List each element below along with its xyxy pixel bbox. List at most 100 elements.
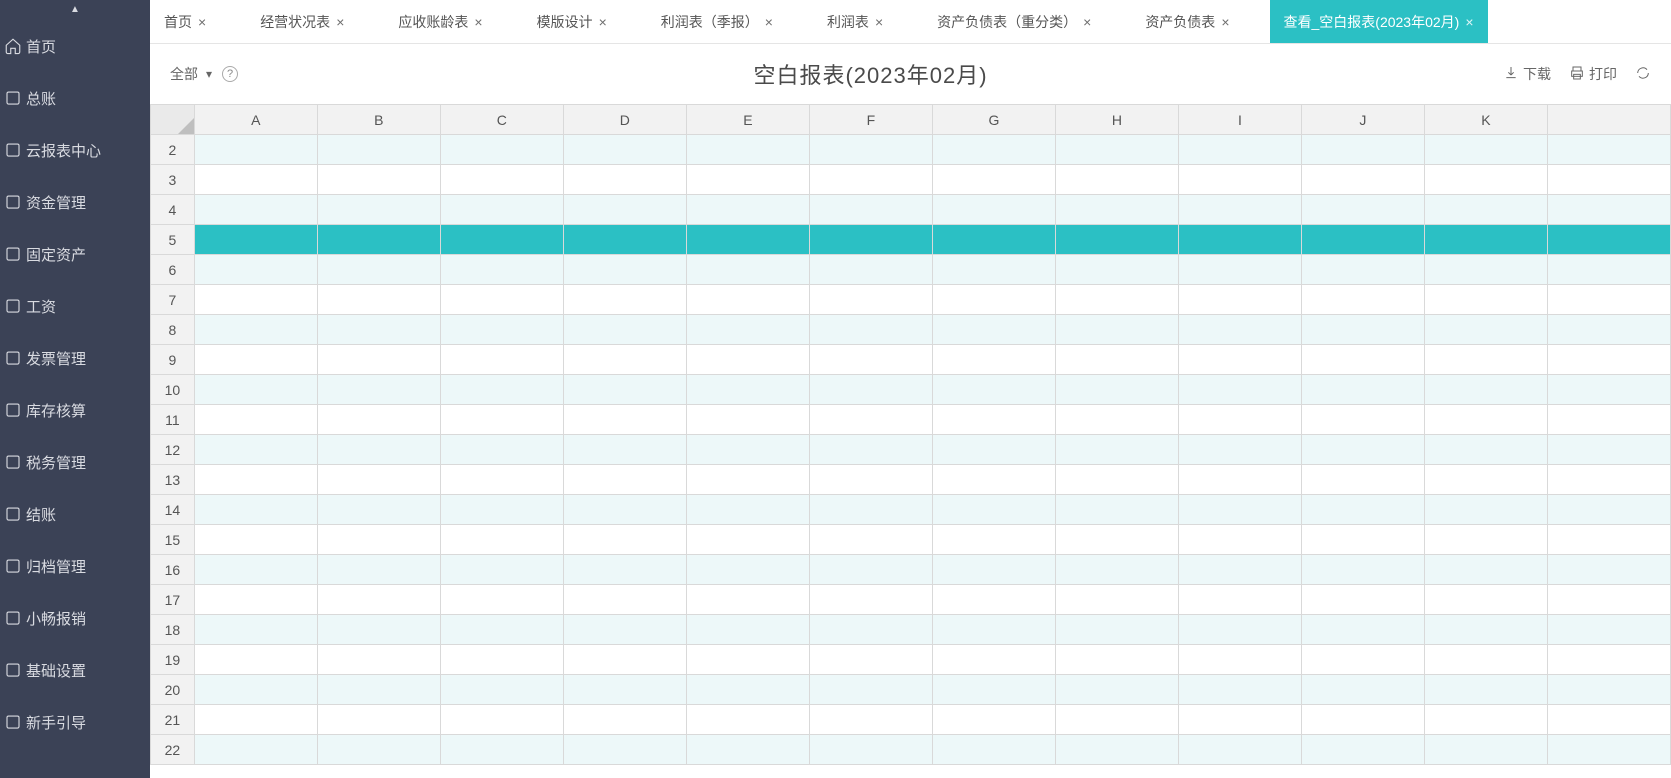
cell[interactable] bbox=[1547, 285, 1670, 315]
cell[interactable] bbox=[317, 285, 440, 315]
cell[interactable] bbox=[1547, 315, 1670, 345]
cell[interactable] bbox=[563, 435, 686, 465]
cell[interactable] bbox=[317, 525, 440, 555]
help-icon[interactable]: ? bbox=[222, 66, 238, 82]
cell[interactable] bbox=[932, 225, 1055, 255]
row-header-7[interactable]: 7 bbox=[151, 285, 195, 315]
cell[interactable] bbox=[1301, 165, 1424, 195]
cell[interactable] bbox=[1301, 135, 1424, 165]
print-button[interactable]: 打印 bbox=[1569, 64, 1617, 84]
cell[interactable] bbox=[317, 135, 440, 165]
cell[interactable] bbox=[194, 735, 317, 765]
cell[interactable] bbox=[194, 315, 317, 345]
cell[interactable] bbox=[1301, 645, 1424, 675]
column-header-A[interactable]: A bbox=[194, 105, 317, 135]
cell[interactable] bbox=[932, 345, 1055, 375]
cell[interactable] bbox=[686, 285, 809, 315]
cell[interactable] bbox=[440, 645, 563, 675]
cell[interactable] bbox=[1424, 375, 1547, 405]
cell[interactable] bbox=[194, 255, 317, 285]
cell[interactable] bbox=[1547, 225, 1670, 255]
refresh-button[interactable] bbox=[1635, 65, 1651, 84]
cell[interactable] bbox=[809, 675, 932, 705]
cell[interactable] bbox=[1547, 405, 1670, 435]
tab-4[interactable]: 利润表（季报）× bbox=[647, 0, 787, 43]
cell[interactable] bbox=[1424, 735, 1547, 765]
row-header-17[interactable]: 17 bbox=[151, 585, 195, 615]
row-header-16[interactable]: 16 bbox=[151, 555, 195, 585]
cell[interactable] bbox=[1301, 405, 1424, 435]
cell[interactable] bbox=[1547, 615, 1670, 645]
cell[interactable] bbox=[194, 405, 317, 435]
cell[interactable] bbox=[809, 285, 932, 315]
cell[interactable] bbox=[440, 225, 563, 255]
cell[interactable] bbox=[563, 165, 686, 195]
cell[interactable] bbox=[317, 225, 440, 255]
cell[interactable] bbox=[1424, 285, 1547, 315]
cell[interactable] bbox=[440, 525, 563, 555]
close-icon[interactable]: × bbox=[198, 14, 206, 30]
sidebar-item-6[interactable]: 发票管理 bbox=[0, 332, 150, 384]
cell[interactable] bbox=[563, 735, 686, 765]
cell[interactable] bbox=[686, 465, 809, 495]
column-header-J[interactable]: J bbox=[1301, 105, 1424, 135]
row-header-3[interactable]: 3 bbox=[151, 165, 195, 195]
tab-1[interactable]: 经营状况表× bbox=[246, 0, 358, 43]
row-header-11[interactable]: 11 bbox=[151, 405, 195, 435]
cell[interactable] bbox=[1178, 585, 1301, 615]
cell[interactable] bbox=[1055, 525, 1178, 555]
cell[interactable] bbox=[686, 345, 809, 375]
tab-7[interactable]: 资产负债表× bbox=[1131, 0, 1243, 43]
column-header-I[interactable]: I bbox=[1178, 105, 1301, 135]
cell[interactable] bbox=[440, 165, 563, 195]
cell[interactable] bbox=[809, 135, 932, 165]
cell[interactable] bbox=[440, 675, 563, 705]
close-icon[interactable]: × bbox=[875, 14, 883, 30]
cell[interactable] bbox=[440, 585, 563, 615]
cell[interactable] bbox=[1424, 405, 1547, 435]
cell[interactable] bbox=[563, 525, 686, 555]
sidebar-item-1[interactable]: 总账 bbox=[0, 72, 150, 124]
cell[interactable] bbox=[1424, 255, 1547, 285]
cell[interactable] bbox=[1178, 285, 1301, 315]
sidebar-item-13[interactable]: 新手引导 bbox=[0, 696, 150, 748]
cell[interactable] bbox=[1424, 705, 1547, 735]
cell[interactable] bbox=[1178, 495, 1301, 525]
row-header-20[interactable]: 20 bbox=[151, 675, 195, 705]
row-header-12[interactable]: 12 bbox=[151, 435, 195, 465]
cell[interactable] bbox=[932, 615, 1055, 645]
cell[interactable] bbox=[1055, 135, 1178, 165]
cell[interactable] bbox=[563, 375, 686, 405]
column-header-K[interactable]: K bbox=[1424, 105, 1547, 135]
filter-dropdown[interactable]: 全部 ▾ bbox=[170, 64, 212, 84]
cell[interactable] bbox=[440, 735, 563, 765]
cell[interactable] bbox=[194, 375, 317, 405]
cell[interactable] bbox=[686, 495, 809, 525]
cell[interactable] bbox=[1301, 525, 1424, 555]
close-icon[interactable]: × bbox=[1083, 14, 1091, 30]
tab-5[interactable]: 利润表× bbox=[813, 0, 897, 43]
cell[interactable] bbox=[1424, 555, 1547, 585]
cell[interactable] bbox=[1055, 375, 1178, 405]
row-header-19[interactable]: 19 bbox=[151, 645, 195, 675]
cell[interactable] bbox=[1055, 675, 1178, 705]
cell[interactable] bbox=[1178, 735, 1301, 765]
cell[interactable] bbox=[809, 525, 932, 555]
cell[interactable] bbox=[809, 465, 932, 495]
cell[interactable] bbox=[1178, 615, 1301, 645]
cell[interactable] bbox=[1547, 375, 1670, 405]
cell[interactable] bbox=[1424, 465, 1547, 495]
cell[interactable] bbox=[1055, 225, 1178, 255]
cell[interactable] bbox=[440, 405, 563, 435]
cell[interactable] bbox=[1547, 165, 1670, 195]
cell[interactable] bbox=[1178, 195, 1301, 225]
cell[interactable] bbox=[809, 735, 932, 765]
cell[interactable] bbox=[1055, 255, 1178, 285]
cell[interactable] bbox=[194, 585, 317, 615]
cell[interactable] bbox=[1178, 465, 1301, 495]
row-header-14[interactable]: 14 bbox=[151, 495, 195, 525]
cell[interactable] bbox=[1547, 465, 1670, 495]
row-header-4[interactable]: 4 bbox=[151, 195, 195, 225]
cell[interactable] bbox=[1424, 315, 1547, 345]
cell[interactable] bbox=[1547, 345, 1670, 375]
